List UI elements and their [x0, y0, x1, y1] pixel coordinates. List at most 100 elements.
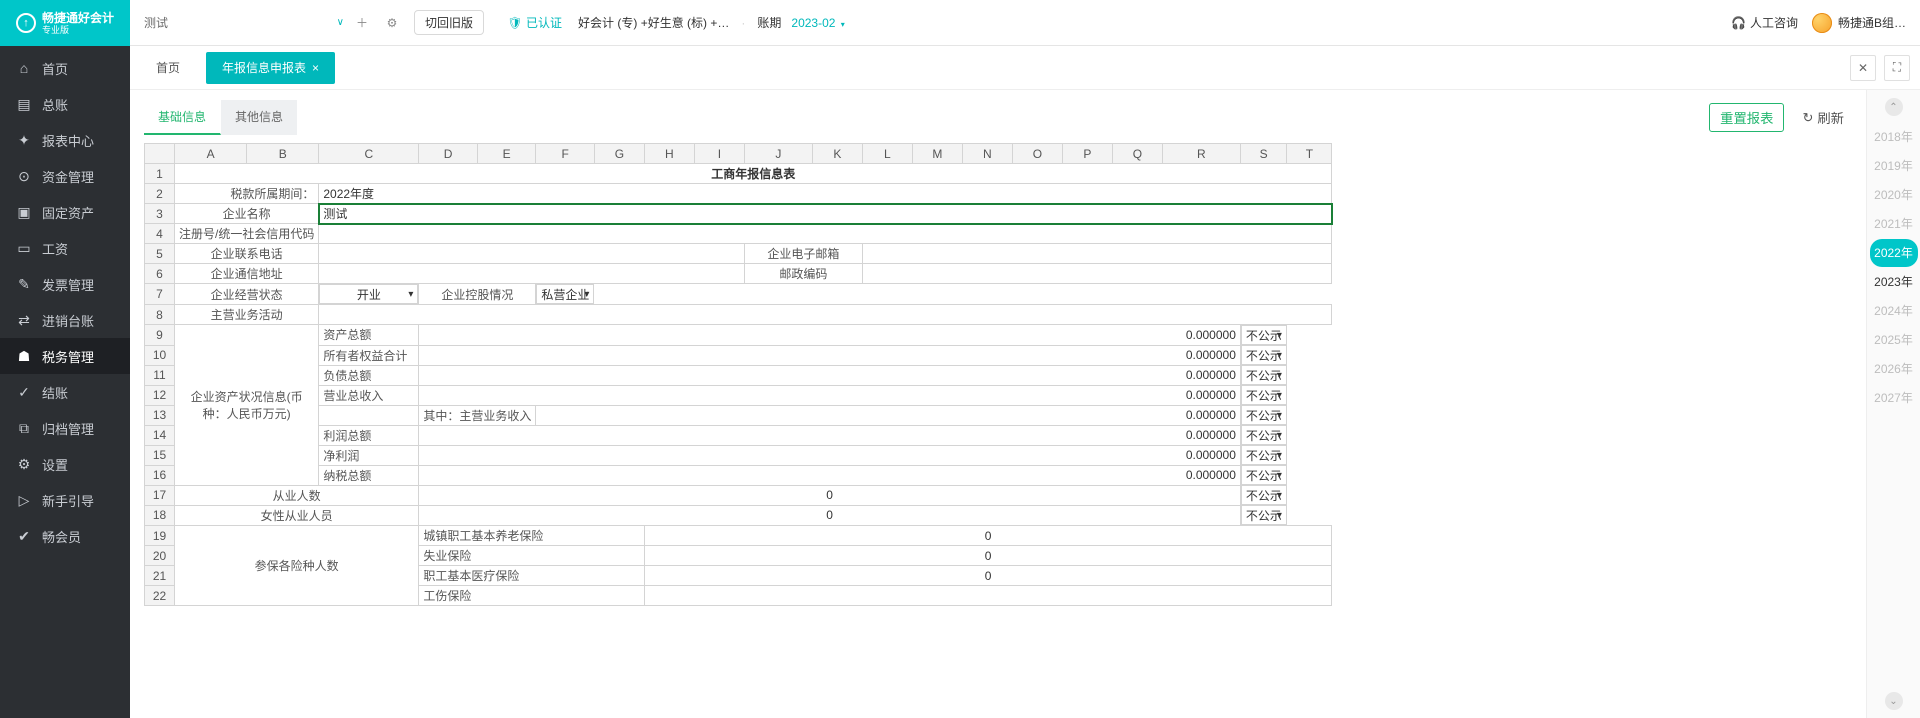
- fullscreen-button[interactable]: ⛶: [1884, 55, 1910, 81]
- col-F[interactable]: F: [536, 144, 595, 164]
- input-zip[interactable]: [862, 264, 1332, 284]
- select-pub-8[interactable]: 不公示: [1241, 465, 1287, 485]
- input-female[interactable]: 0: [419, 505, 1241, 526]
- row-3[interactable]: 3: [145, 204, 175, 224]
- year-up-button[interactable]: ⌃: [1885, 98, 1903, 116]
- input-unemp[interactable]: 0: [644, 546, 1332, 566]
- sidebar-item-0[interactable]: ⌂首页: [0, 50, 130, 86]
- select-pub-9[interactable]: 不公示: [1241, 485, 1287, 505]
- select-pub-4[interactable]: 不公示: [1241, 385, 1287, 405]
- row-2[interactable]: 2: [145, 184, 175, 204]
- row-18[interactable]: 18: [145, 505, 175, 526]
- plus-icon[interactable]: ＋: [350, 11, 374, 35]
- year-item-2027年[interactable]: 2027年: [1870, 384, 1918, 412]
- select-pub-5[interactable]: 不公示: [1241, 405, 1287, 425]
- select-pub-3[interactable]: 不公示: [1241, 365, 1287, 385]
- sidebar-item-11[interactable]: ⚙设置: [0, 446, 130, 482]
- row-6[interactable]: 6: [145, 264, 175, 284]
- sidebar-item-13[interactable]: ✔畅会员: [0, 518, 130, 554]
- col-M[interactable]: M: [912, 144, 962, 164]
- input-email[interactable]: [862, 244, 1332, 264]
- input-reg-code[interactable]: [319, 224, 1332, 244]
- row-5[interactable]: 5: [145, 244, 175, 264]
- sidebar-item-1[interactable]: ▤总账: [0, 86, 130, 122]
- row-12[interactable]: 12: [145, 385, 175, 405]
- row-15[interactable]: 15: [145, 445, 175, 465]
- sidebar-item-10[interactable]: ⧉归档管理: [0, 410, 130, 446]
- row-1[interactable]: 1: [145, 164, 175, 184]
- input-profit[interactable]: 0.000000: [419, 425, 1241, 445]
- sidebar-item-12[interactable]: ▷新手引导: [0, 482, 130, 518]
- row-19[interactable]: 19: [145, 526, 175, 546]
- sidebar-item-3[interactable]: ⊙资金管理: [0, 158, 130, 194]
- input-employees[interactable]: 0: [419, 485, 1241, 505]
- input-equity[interactable]: 0.000000: [419, 345, 1241, 365]
- input-medical[interactable]: 0: [644, 566, 1332, 586]
- row-20[interactable]: 20: [145, 546, 175, 566]
- row-22[interactable]: 22: [145, 586, 175, 606]
- row-7[interactable]: 7: [145, 284, 175, 305]
- reset-report-button[interactable]: 重置报表: [1709, 103, 1784, 132]
- col-H[interactable]: H: [644, 144, 694, 164]
- col-P[interactable]: P: [1062, 144, 1112, 164]
- select-pub-2[interactable]: 不公示: [1241, 345, 1287, 365]
- switch-old-button[interactable]: 切回旧版: [414, 10, 484, 35]
- refresh-button[interactable]: 刷新: [1794, 104, 1852, 131]
- row-17[interactable]: 17: [145, 485, 175, 505]
- input-mainbiz[interactable]: [319, 305, 1332, 325]
- input-liability[interactable]: 0.000000: [419, 365, 1241, 385]
- select-pub-6[interactable]: 不公示: [1241, 425, 1287, 445]
- sidebar-item-5[interactable]: ▭工资: [0, 230, 130, 266]
- sidebar-item-9[interactable]: ✓结账: [0, 374, 130, 410]
- consult-link[interactable]: 🎧 人工咨询: [1731, 14, 1798, 31]
- input-revenue[interactable]: 0.000000: [419, 385, 1241, 405]
- col-C[interactable]: C: [319, 144, 419, 164]
- col-D[interactable]: D: [419, 144, 478, 164]
- sidebar-item-2[interactable]: ✦报表中心: [0, 122, 130, 158]
- row-10[interactable]: 10: [145, 345, 175, 365]
- sidebar-item-4[interactable]: ▣固定资产: [0, 194, 130, 230]
- period-select[interactable]: 2023-02 ▾: [791, 16, 844, 30]
- col-O[interactable]: O: [1012, 144, 1062, 164]
- col-J[interactable]: J: [744, 144, 812, 164]
- row-21[interactable]: 21: [145, 566, 175, 586]
- row-9[interactable]: 9: [145, 325, 175, 346]
- sheet-scroll[interactable]: ABCDEFGHIJKLMNOPQRST 1 工商年报信息表 2 税款所属期间：…: [144, 143, 1852, 718]
- row-8[interactable]: 8: [145, 305, 175, 325]
- year-item-2020年[interactable]: 2020年: [1870, 181, 1918, 209]
- col-N[interactable]: N: [962, 144, 1012, 164]
- close-tab-button[interactable]: ✕: [1850, 55, 1876, 81]
- col-B[interactable]: B: [247, 144, 319, 164]
- gear-icon[interactable]: ⚙: [380, 11, 404, 35]
- input-total-asset[interactable]: 0.000000: [419, 325, 1241, 346]
- spreadsheet[interactable]: ABCDEFGHIJKLMNOPQRST 1 工商年报信息表 2 税款所属期间：…: [144, 143, 1332, 606]
- sidebar-item-6[interactable]: ✎发票管理: [0, 266, 130, 302]
- row-4[interactable]: 4: [145, 224, 175, 244]
- input-injury[interactable]: [644, 586, 1332, 606]
- year-item-2023年[interactable]: 2023年: [1870, 268, 1918, 296]
- select-pub-1[interactable]: 不公示: [1241, 325, 1287, 345]
- subtab-1[interactable]: 其他信息: [221, 100, 298, 135]
- col-T[interactable]: T: [1287, 144, 1332, 164]
- company-select[interactable]: 测试 ∨: [144, 9, 344, 37]
- col-E[interactable]: E: [477, 144, 536, 164]
- select-pub-7[interactable]: 不公示: [1241, 445, 1287, 465]
- close-icon[interactable]: ×: [312, 61, 319, 75]
- col-K[interactable]: K: [812, 144, 862, 164]
- year-item-2021年[interactable]: 2021年: [1870, 210, 1918, 238]
- col-A[interactable]: A: [175, 144, 247, 164]
- input-pension[interactable]: 0: [644, 526, 1332, 546]
- subtab-0[interactable]: 基础信息: [144, 100, 221, 135]
- input-tax[interactable]: 0.000000: [419, 465, 1241, 485]
- year-item-2024年[interactable]: 2024年: [1870, 297, 1918, 325]
- col-L[interactable]: L: [862, 144, 912, 164]
- select-status[interactable]: 开业: [319, 284, 418, 304]
- row-13[interactable]: 13: [145, 405, 175, 425]
- page-tab-1[interactable]: 年报信息申报表×: [206, 52, 335, 84]
- select-holding[interactable]: 私营企业: [536, 284, 594, 304]
- col-S[interactable]: S: [1240, 144, 1287, 164]
- input-main-rev[interactable]: 0.000000: [536, 405, 1241, 425]
- col-Q[interactable]: Q: [1112, 144, 1162, 164]
- year-item-2025年[interactable]: 2025年: [1870, 326, 1918, 354]
- row-14[interactable]: 14: [145, 425, 175, 445]
